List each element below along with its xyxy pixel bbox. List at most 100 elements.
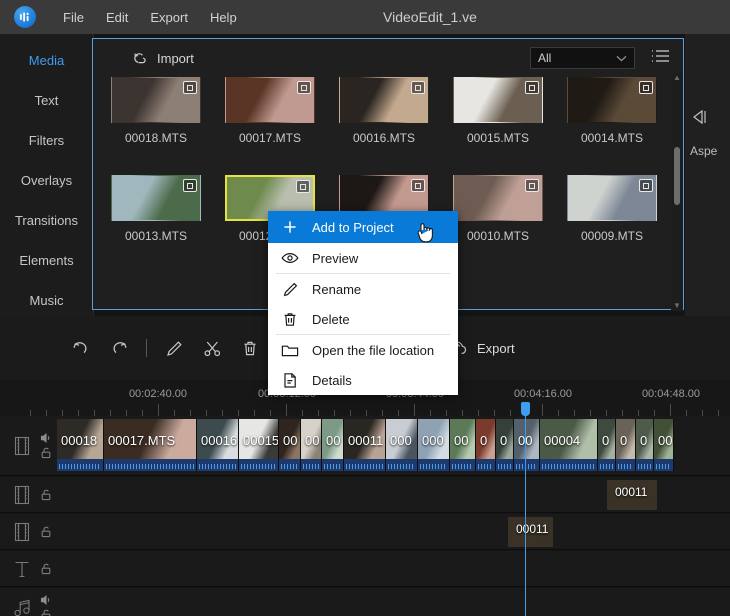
plus-icon (268, 219, 312, 235)
ruler-tick (414, 404, 415, 416)
sidebar-item-media[interactable]: Media (0, 46, 93, 76)
media-thumbnail[interactable] (453, 77, 543, 123)
sidebar-item-elements[interactable]: Elements (0, 246, 93, 276)
media-item[interactable]: 00018.MTS (99, 77, 213, 153)
unlock-icon[interactable] (40, 525, 52, 538)
timeline-clip[interactable]: 0 (598, 419, 616, 471)
timeline-clip[interactable]: 00017.MTS (104, 419, 197, 471)
speaker-icon[interactable] (40, 594, 53, 606)
media-item[interactable]: 00014.MTS (555, 77, 669, 153)
video-type-badge-icon (525, 81, 539, 94)
context-menu-item-details[interactable]: Details (268, 365, 458, 395)
media-item[interactable]: 00016.MTS (327, 77, 441, 153)
clip-waveform (197, 459, 238, 471)
media-item[interactable]: 00010.MTS (441, 175, 555, 251)
timeline-track-video-1[interactable]: 0001800017.MTS00016000150000000001100000… (0, 416, 730, 476)
list-view-icon[interactable] (651, 48, 671, 64)
timeline-clip[interactable]: 000 (386, 419, 418, 471)
media-thumbnail[interactable] (111, 77, 201, 123)
video-type-badge-icon (525, 179, 539, 192)
unlock-icon[interactable] (40, 488, 52, 501)
timeline-clip[interactable]: 00004 (540, 419, 598, 471)
timeline-track-music-5[interactable] (0, 588, 730, 616)
media-item[interactable]: 00009.MTS (555, 175, 669, 251)
timeline-clip[interactable]: 0 (636, 419, 654, 471)
timeline-track-text-4[interactable] (0, 551, 730, 587)
app-logo-icon (14, 6, 36, 28)
media-item[interactable]: 00015.MTS (441, 77, 555, 153)
media-thumbnail[interactable] (225, 77, 315, 123)
timeline-clip[interactable]: 00015 (239, 419, 279, 471)
timeline-clip[interactable]: 00 (450, 419, 476, 471)
timeline-clip[interactable]: 00 (654, 419, 674, 471)
timeline-clip[interactable]: 00 (514, 419, 540, 471)
media-thumbnail[interactable] (339, 77, 429, 123)
speaker-icon[interactable] (40, 432, 53, 444)
unlock-icon[interactable] (40, 446, 53, 459)
context-menu-item-rename[interactable]: Rename (268, 274, 458, 304)
context-menu-item-open-the-file-location[interactable]: Open the file location (268, 335, 458, 365)
timeline-clip[interactable]: 00016 (197, 419, 239, 471)
timeline-clip[interactable]: 00 (279, 419, 301, 471)
import-button[interactable]: Import (131, 50, 194, 67)
video-type-badge-icon (296, 180, 310, 193)
context-menu-item-add-to-project[interactable]: Add to Project (268, 211, 458, 243)
timeline-track-video-2[interactable]: 00011 (0, 477, 730, 513)
undo-icon[interactable] (62, 329, 100, 367)
pencil-icon[interactable] (155, 329, 193, 367)
media-filter-dropdown[interactable]: All (530, 47, 635, 69)
timeline-clip[interactable]: 00 (301, 419, 322, 471)
sidebar-item-music[interactable]: Music (0, 286, 93, 316)
sidebar-item-overlays[interactable]: Overlays (0, 166, 93, 196)
menu-edit[interactable]: Edit (95, 6, 139, 29)
context-menu-item-preview[interactable]: Preview (268, 243, 458, 273)
media-scrollbar[interactable]: ▲ ▼ (671, 73, 683, 311)
clip-waveform (598, 459, 615, 471)
timeline-clip[interactable]: 00011 (607, 480, 657, 510)
sidebar-item-filters[interactable]: Filters (0, 126, 93, 156)
timeline-clip[interactable]: 0 (496, 419, 514, 471)
timeline-clip[interactable]: 00011 (344, 419, 386, 471)
media-thumbnail[interactable] (567, 175, 657, 221)
timeline-clip[interactable]: 00018 (57, 419, 104, 471)
ruler-time-label: 00:02:40.00 (129, 388, 187, 400)
media-thumbnail[interactable] (567, 77, 657, 123)
collapse-panel-icon[interactable] (691, 109, 711, 125)
import-label: Import (157, 51, 194, 66)
scissors-icon[interactable] (193, 329, 231, 367)
track-header (0, 514, 60, 549)
timeline-clip[interactable]: 00 (322, 419, 344, 471)
timeline-clip[interactable]: 00011 (508, 517, 553, 547)
clip-label: 00011 (516, 522, 548, 536)
media-item[interactable]: 00017.MTS (213, 77, 327, 153)
redo-icon[interactable] (100, 329, 138, 367)
media-thumbnail[interactable] (453, 175, 543, 221)
document-icon (268, 372, 312, 389)
sidebar-item-text[interactable]: Text (0, 86, 93, 116)
scrollbar-thumb[interactable] (674, 147, 680, 205)
timeline-clip[interactable]: 0 (476, 419, 496, 471)
scroll-up-arrow-icon[interactable]: ▲ (671, 73, 683, 83)
unlock-icon[interactable] (40, 608, 53, 616)
timeline-clip[interactable]: 0 (616, 419, 636, 471)
menu-file[interactable]: File (52, 6, 95, 29)
menu-help[interactable]: Help (199, 6, 248, 29)
media-item-label: 00009.MTS (581, 229, 643, 243)
sidebar-item-transitions[interactable]: Transitions (0, 206, 93, 236)
context-menu-item-label: Preview (312, 251, 358, 266)
playhead-handle[interactable] (521, 402, 530, 416)
clip-label: 00011 (348, 433, 383, 448)
track-header (0, 588, 60, 616)
media-item[interactable]: 00013.MTS (99, 175, 213, 251)
timeline-clip[interactable]: 000 (418, 419, 450, 471)
track-controls (40, 562, 52, 575)
clip-waveform (636, 459, 653, 471)
unlock-icon[interactable] (40, 562, 52, 575)
media-thumbnail[interactable] (111, 175, 201, 221)
menu-export[interactable]: Export (139, 6, 199, 29)
trash-icon[interactable] (231, 329, 269, 367)
context-menu-item-delete[interactable]: Delete (268, 304, 458, 334)
scroll-down-arrow-icon[interactable]: ▼ (671, 301, 683, 311)
track-controls (40, 488, 52, 501)
timeline-track-video-3[interactable]: 00011 (0, 514, 730, 550)
